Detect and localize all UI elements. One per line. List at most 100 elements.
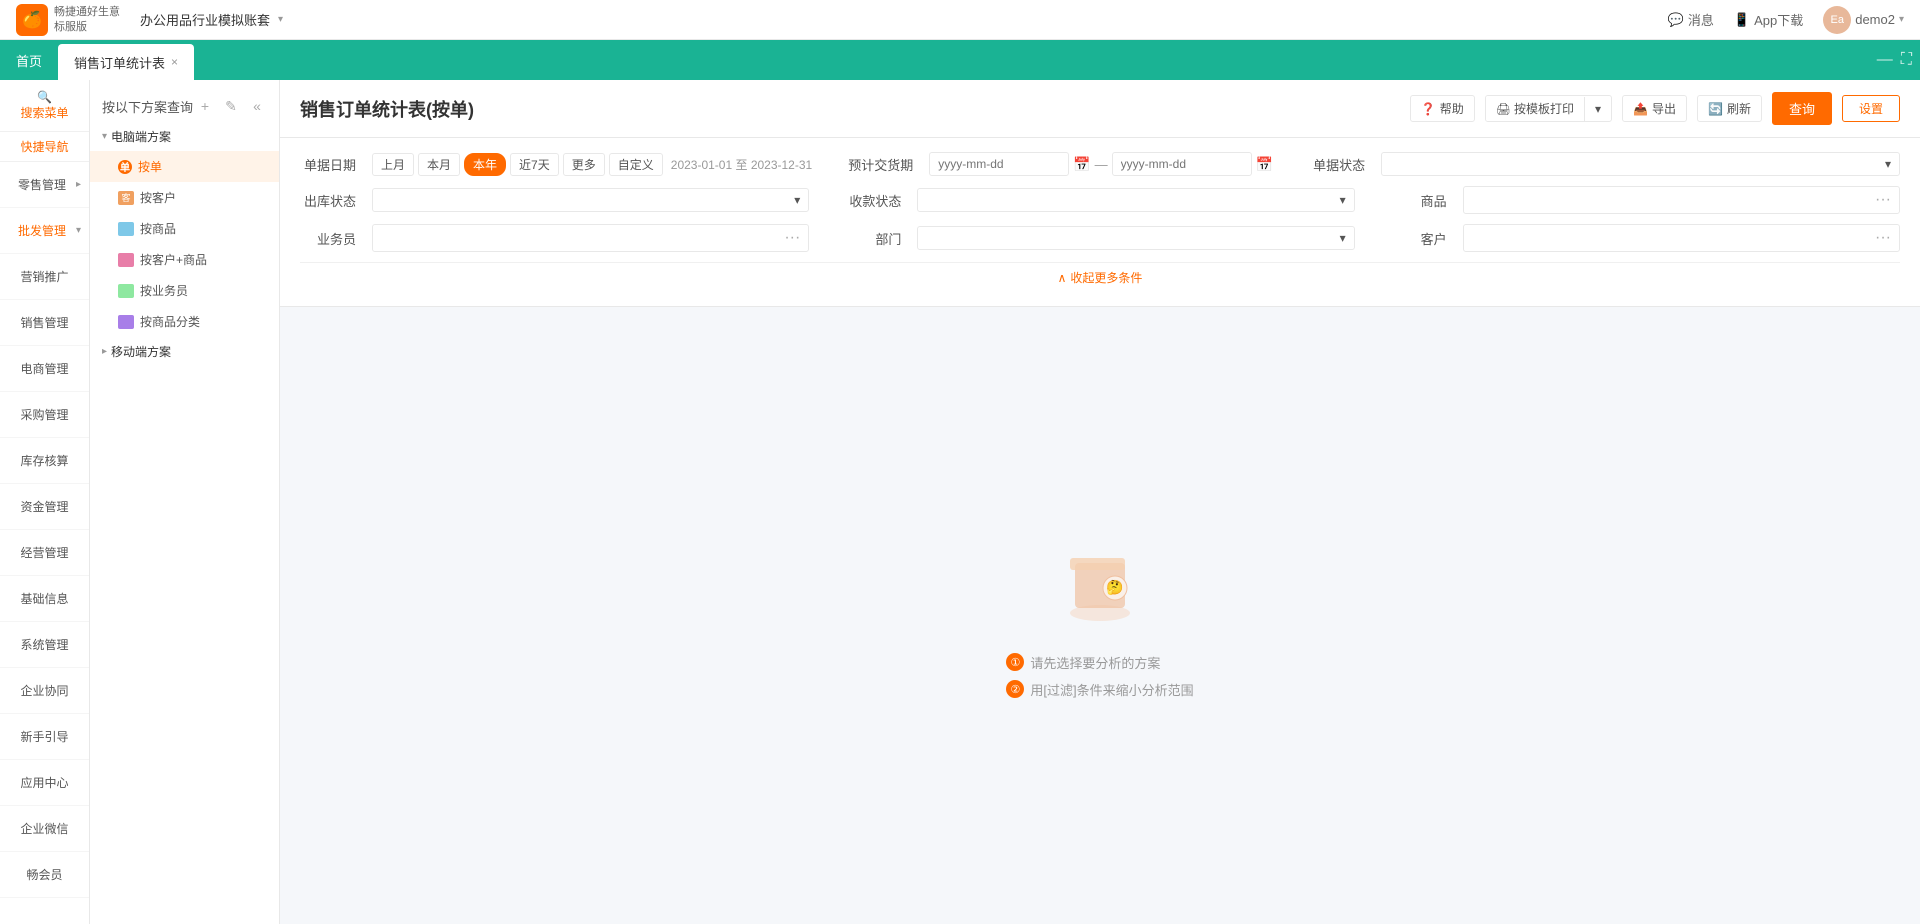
edit-scheme-icon[interactable]: ✎ [221, 96, 241, 116]
scheme-icon-customer: 客 [118, 191, 134, 205]
sidebar-item-ecom[interactable]: 电商管理 [0, 346, 89, 392]
minimize-btn[interactable]: — [1877, 51, 1893, 69]
scheme-item-by-cust-prod[interactable]: 按客户+商品 [90, 244, 279, 275]
template-print-dropdown-btn[interactable]: ▾ [1585, 98, 1611, 120]
tab-bar-actions: — ⛶ [1877, 51, 1912, 69]
goods-label: 商品 [1391, 191, 1447, 210]
sidebar-item-wholesale[interactable]: 批发管理 ▾ [0, 208, 89, 254]
page-actions: ❓ 帮助 🖨 按模板打印 ▾ 📤 导出 [1410, 92, 1900, 125]
left-panel: 按以下方案查询 + ✎ « ▾ 电脑端方案 单 按单 客 [90, 80, 280, 924]
logo-icon: 🍊 [16, 4, 48, 36]
user-name: demo2 [1855, 12, 1895, 27]
avatar: Ea [1823, 6, 1851, 34]
scheme-item-by-order[interactable]: 单 按单 [90, 151, 279, 182]
collapse-btn[interactable]: ∧ 收起更多条件 [300, 262, 1900, 292]
scheme-icon-salesperson [118, 284, 134, 298]
tab-sales-order-stats[interactable]: 销售订单统计表 × [58, 44, 194, 80]
date-btn-last-month[interactable]: 上月 [372, 153, 414, 176]
logo-line1: 畅捷通好生意 [54, 5, 120, 19]
message-btn[interactable]: 💬 消息 [1668, 10, 1714, 29]
sidebar-item-purchase[interactable]: 采购管理 [0, 392, 89, 438]
scheme-group-mobile-title[interactable]: ▸ 移动端方案 [90, 337, 279, 366]
template-print-btn-group: 🖨 按模板打印 ▾ [1485, 95, 1612, 122]
scheme-group-pc-title[interactable]: ▾ 电脑端方案 [90, 122, 279, 151]
sidebar-item-newbie[interactable]: 新手引导 [0, 714, 89, 760]
expected-delivery-label: 预计交货期 [848, 155, 913, 174]
user-dropdown-icon: ▾ [1899, 14, 1904, 25]
sidebar-search[interactable]: 🔍 搜索菜单 [0, 80, 89, 132]
sidebar-item-member[interactable]: 畅会员 [0, 852, 89, 898]
sidebar-item-retail[interactable]: 零售管理 ▸ [0, 162, 89, 208]
expected-delivery-start[interactable] [929, 152, 1069, 176]
payment-status-select[interactable]: ▾ [917, 188, 1354, 212]
date-btn-more[interactable]: 更多 [563, 153, 605, 176]
goods-dots-icon[interactable]: ··· [1875, 191, 1891, 209]
customer-select[interactable]: ··· [1463, 224, 1900, 252]
query-btn[interactable]: 查询 [1772, 92, 1832, 125]
group-expand-icon-mobile: ▸ [102, 346, 107, 357]
tip-num-1: ① [1006, 653, 1024, 671]
sidebar-item-basic[interactable]: 基础信息 [0, 576, 89, 622]
scheme-item-by-product[interactable]: 按商品 [90, 213, 279, 244]
maximize-btn[interactable]: ⛶ [1901, 51, 1912, 69]
template-print-btn[interactable]: 🖨 按模板打印 [1486, 96, 1584, 121]
customer-dots-icon[interactable]: ··· [1875, 229, 1891, 247]
app-title-dropdown-icon[interactable]: ▾ [278, 14, 283, 25]
logo-text: 畅捷通好生意 标服版 [54, 5, 120, 34]
refresh-btn[interactable]: 🔄 刷新 [1697, 95, 1762, 122]
sidebar-item-inventory[interactable]: 库存核算 [0, 438, 89, 484]
logo-line2: 标服版 [54, 20, 120, 34]
date-separator: — [1095, 157, 1108, 172]
settings-btn[interactable]: 设置 [1842, 95, 1900, 122]
filter-row-1: 单据日期 上月 本月 本年 近7天 更多 自定义 2023-01-01 至 20… [300, 152, 1900, 176]
left-panel-header-icons: + ✎ « [195, 96, 267, 116]
date-btn-this-month[interactable]: 本月 [418, 153, 460, 176]
salesperson-select[interactable]: ··· [372, 224, 809, 252]
sidebar-item-finance[interactable]: 资金管理 [0, 484, 89, 530]
sidebar-item-marketing[interactable]: 营销推广 [0, 254, 89, 300]
sidebar-quick-nav[interactable]: 快捷导航 [0, 132, 89, 162]
app-download-btn[interactable]: 📱 App下载 [1734, 10, 1803, 29]
scheme-item-by-category[interactable]: 按商品分类 [90, 306, 279, 337]
calendar-start-icon[interactable]: 📅 [1073, 156, 1090, 173]
salesperson-dots-icon[interactable]: ··· [784, 229, 800, 247]
goods-select[interactable]: ··· [1463, 186, 1900, 214]
page-title: 销售订单统计表(按单) [300, 96, 474, 122]
add-scheme-icon[interactable]: + [195, 96, 215, 116]
delivery-status-select[interactable]: ▾ [372, 188, 809, 212]
collapse-panel-icon[interactable]: « [247, 96, 267, 116]
export-btn[interactable]: 📤 导出 [1622, 95, 1687, 122]
sidebar-item-app-center[interactable]: 应用中心 [0, 760, 89, 806]
sidebar-item-enterprise-wechat[interactable]: 企业微信 [0, 806, 89, 852]
empty-tips: ① 请先选择要分析的方案 ② 用[过滤]条件来缩小分析范围 [1006, 653, 1193, 699]
left-panel-header: 按以下方案查询 + ✎ « [90, 90, 279, 122]
expected-delivery-end[interactable] [1112, 152, 1252, 176]
date-btn-last-7-days[interactable]: 近7天 [510, 153, 559, 176]
tab-close-icon[interactable]: × [171, 55, 178, 69]
scheme-item-by-salesperson[interactable]: 按业务员 [90, 275, 279, 306]
logo-area: 🍊 畅捷通好生意 标服版 [16, 4, 120, 36]
expected-delivery-inputs: 📅 — 📅 [929, 152, 1273, 176]
user-area[interactable]: Ea demo2 ▾ [1823, 6, 1904, 34]
sidebar-item-business[interactable]: 经营管理 [0, 530, 89, 576]
salesperson-label: 业务员 [300, 229, 356, 248]
sidebar-item-sales[interactable]: 销售管理 [0, 300, 89, 346]
department-select[interactable]: ▾ [917, 226, 1354, 250]
order-status-select[interactable]: ▾ [1381, 152, 1900, 176]
date-btn-custom[interactable]: 自定义 [609, 153, 663, 176]
filter-area: 单据日期 上月 本月 本年 近7天 更多 自定义 2023-01-01 至 20… [280, 138, 1920, 307]
sidebar-item-system[interactable]: 系统管理 [0, 622, 89, 668]
sidebar-item-enterprise[interactable]: 企业协同 [0, 668, 89, 714]
help-btn[interactable]: ❓ 帮助 [1410, 95, 1475, 122]
scheme-item-by-customer[interactable]: 客 按客户 [90, 182, 279, 213]
help-icon: ❓ [1421, 102, 1436, 116]
svg-text:🤔: 🤔 [1106, 579, 1123, 596]
calendar-end-icon[interactable]: 📅 [1256, 156, 1273, 173]
department-label: 部门 [845, 229, 901, 248]
tab-home[interactable]: 首页 [0, 40, 58, 80]
payment-status-label: 收款状态 [845, 191, 901, 210]
content-area: 按以下方案查询 + ✎ « ▾ 电脑端方案 单 按单 客 [90, 80, 1920, 924]
export-icon: 📤 [1633, 102, 1648, 116]
date-btn-this-year[interactable]: 本年 [464, 153, 506, 176]
empty-state: 🤔 ① 请先选择要分析的方案 ② 用[过滤]条件来缩小分析范围 [280, 307, 1920, 924]
